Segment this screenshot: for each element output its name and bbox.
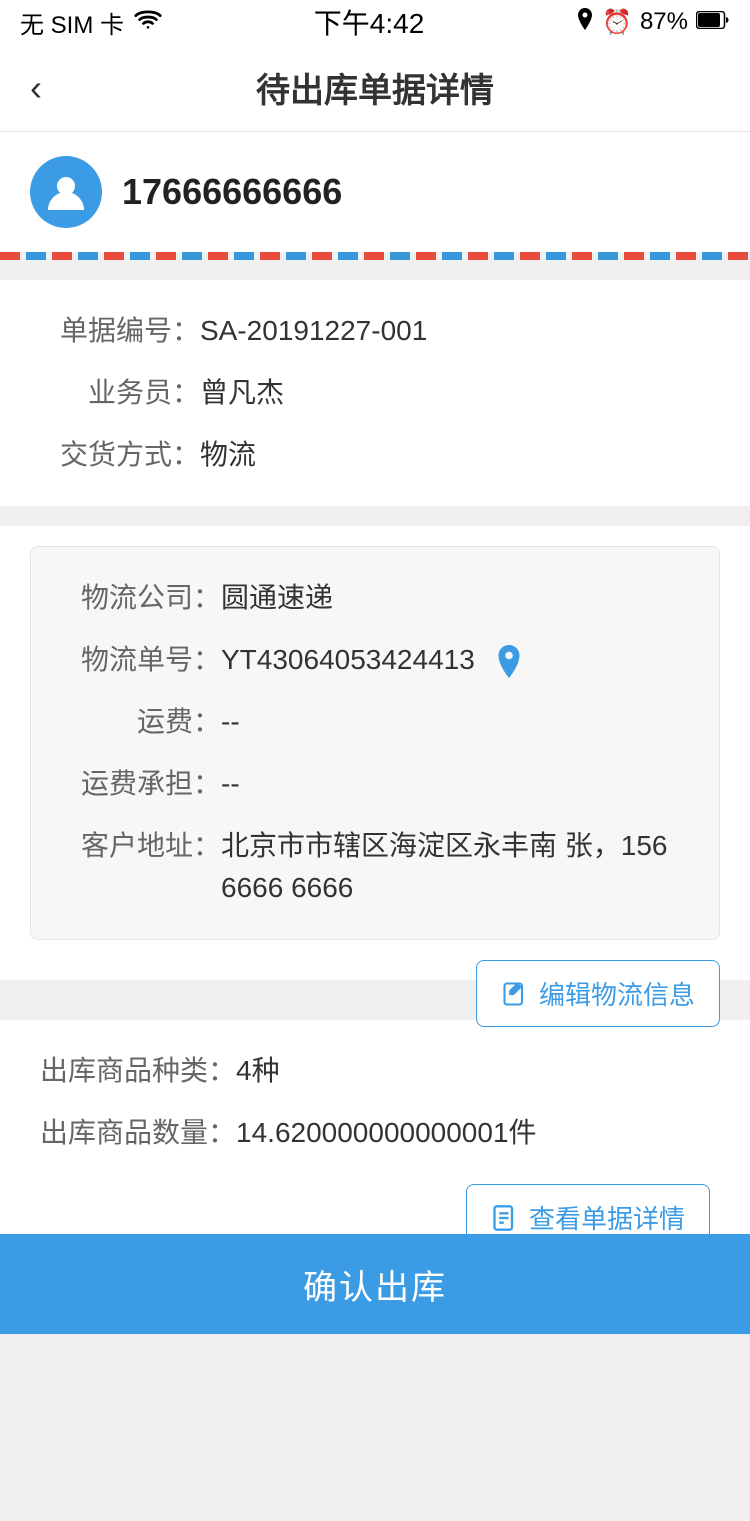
alarm-icon: ⏰ (602, 8, 632, 37)
avatar (30, 156, 102, 228)
edit-logistics-wrap: 编辑物流信息 (0, 960, 750, 980)
salesman-value: 曾凡杰 (200, 372, 710, 414)
nav-bar: ‹ 待出库单据详情 (0, 44, 750, 132)
product-qty-value: 14.620000000000001件 (236, 1112, 710, 1154)
edit-btn-label: 编辑物流信息 (539, 975, 695, 1012)
status-right: ⏰ 87% (576, 8, 730, 37)
doc-no-row: 单据编号： SA-20191227-001 (40, 310, 710, 352)
doc-no-value: SA-20191227-001 (200, 310, 710, 352)
freight-bear-label: 运费承担： (61, 763, 221, 805)
salesman-label: 业务员： (40, 372, 200, 414)
section-gap-2 (0, 506, 750, 526)
logistics-tracking-value: YT43064053424413 (221, 639, 689, 681)
address-row: 客户地址： 北京市市辖区海淀区永丰南 张，156 6666 6666 (61, 825, 689, 909)
edit-logistics-button[interactable]: 编辑物流信息 (476, 960, 720, 1027)
freight-label: 运费： (61, 701, 221, 743)
doc-no-label: 单据编号： (40, 310, 200, 352)
logistics-tracking-row: 物流单号： YT43064053424413 (61, 639, 689, 681)
customer-phone: 17666666666 (122, 171, 342, 213)
logistics-company-row: 物流公司： 圆通速递 (61, 577, 689, 619)
product-qty-row: 出库商品数量： 14.620000000000001件 (40, 1112, 710, 1154)
battery-label: 87% (640, 8, 688, 36)
product-types-row: 出库商品种类： 4种 (40, 1050, 710, 1092)
status-time: 下午4:42 (314, 2, 425, 42)
doc-info-section: 单据编号： SA-20191227-001 业务员： 曾凡杰 交货方式： 物流 (0, 280, 750, 506)
document-icon (491, 1204, 519, 1232)
wifi-icon (134, 8, 162, 36)
sim-label: 无 SIM 卡 (20, 5, 124, 40)
freight-bear-value: -- (221, 763, 689, 805)
product-types-label: 出库商品种类： (40, 1050, 236, 1092)
logistics-company-label: 物流公司： (61, 577, 221, 619)
address-label: 客户地址： (61, 825, 221, 867)
customer-header: 17666666666 (0, 132, 750, 252)
battery-icon (696, 8, 730, 36)
status-bar: 无 SIM 卡 下午4:42 ⏰ 87% (0, 0, 750, 44)
freight-value: -- (221, 701, 689, 743)
salesman-row: 业务员： 曾凡杰 (40, 372, 710, 414)
address-value: 北京市市辖区海淀区永丰南 张，156 6666 6666 (221, 825, 689, 909)
logistics-card: 物流公司： 圆通速递 物流单号： YT43064053424413 运费： --… (30, 546, 720, 940)
location-status-icon (576, 8, 594, 37)
delivery-label: 交货方式： (40, 434, 200, 476)
view-detail-label: 查看单据详情 (529, 1199, 685, 1236)
page-title: 待出库单据详情 (256, 63, 494, 112)
dashed-separator (0, 252, 750, 260)
product-qty-label: 出库商品数量： (40, 1112, 236, 1154)
product-types-value: 4种 (236, 1050, 710, 1092)
edit-icon (501, 980, 529, 1008)
logistics-tracking-label: 物流单号： (61, 639, 221, 681)
delivery-row: 交货方式： 物流 (40, 434, 710, 476)
status-left: 无 SIM 卡 (20, 5, 162, 40)
tracking-location-icon (491, 642, 527, 678)
section-gap-1 (0, 260, 750, 280)
logistics-company-value: 圆通速递 (221, 577, 689, 619)
user-icon (46, 172, 86, 212)
back-button[interactable]: ‹ (30, 67, 42, 109)
freight-bear-row: 运费承担： -- (61, 763, 689, 805)
confirm-btn-label: 确认出库 (303, 1260, 447, 1309)
freight-row: 运费： -- (61, 701, 689, 743)
delivery-value: 物流 (200, 434, 710, 476)
confirm-outbound-button[interactable]: 确认出库 (0, 1234, 750, 1334)
